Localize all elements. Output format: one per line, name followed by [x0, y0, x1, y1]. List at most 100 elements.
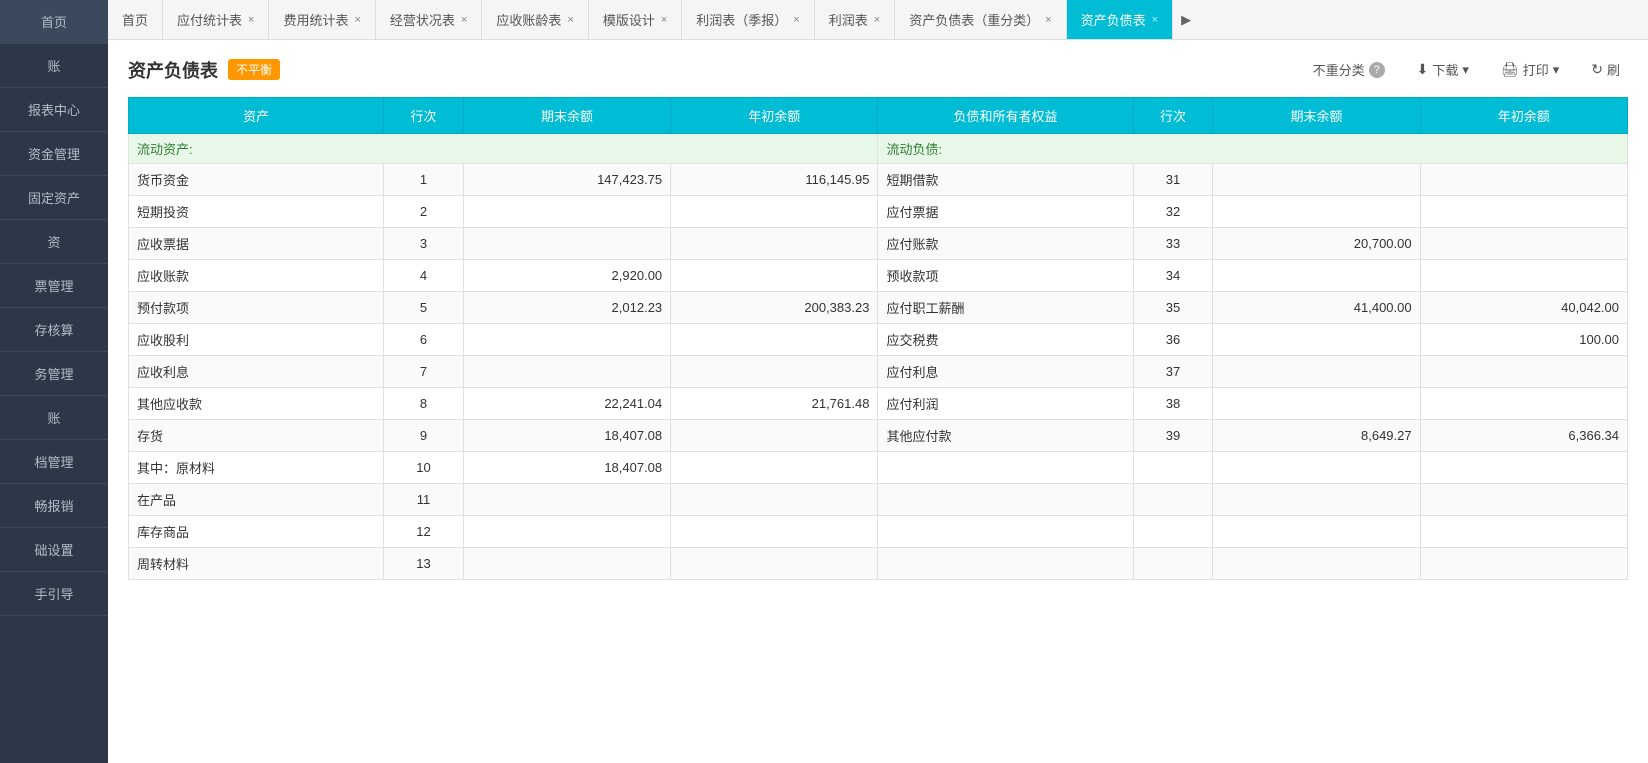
liability-year-13[interactable] — [1420, 548, 1627, 580]
asset-label-13[interactable]: 周转材料 — [129, 548, 384, 580]
tab-balance-sheet[interactable]: 资产负债表 × — [1067, 0, 1173, 40]
liability-label-10[interactable] — [878, 452, 1133, 484]
sidebar-item-settings[interactable]: 础设置 — [0, 528, 108, 572]
liability-label-12[interactable] — [878, 516, 1133, 548]
liability-label-4[interactable]: 预收款项 — [878, 260, 1133, 292]
asset-end-1[interactable]: 147,423.75 — [463, 164, 670, 196]
asset-label-4[interactable]: 应收账款 — [129, 260, 384, 292]
liability-end-2[interactable] — [1213, 196, 1420, 228]
asset-year-9[interactable] — [671, 420, 878, 452]
asset-year-7[interactable] — [671, 356, 878, 388]
liability-end-13[interactable] — [1213, 548, 1420, 580]
asset-year-3[interactable] — [671, 228, 878, 260]
tab-profit[interactable]: 利润表 × — [815, 0, 895, 40]
liability-end-6[interactable] — [1213, 324, 1420, 356]
liability-end-5[interactable]: 41,400.00 — [1213, 292, 1420, 324]
asset-year-1[interactable]: 116,145.95 — [671, 164, 878, 196]
liability-year-6[interactable]: 100.00 — [1420, 324, 1627, 356]
asset-end-4[interactable]: 2,920.00 — [463, 260, 670, 292]
asset-end-9[interactable]: 18,407.08 — [463, 420, 670, 452]
liability-label-1[interactable]: 短期借款 — [878, 164, 1133, 196]
asset-label-6[interactable]: 应收股利 — [129, 324, 384, 356]
liability-end-10[interactable] — [1213, 452, 1420, 484]
refresh-button[interactable]: ↻ 刷 — [1583, 56, 1628, 83]
liability-year-11[interactable] — [1420, 484, 1627, 516]
liability-year-9[interactable]: 6,366.34 — [1420, 420, 1627, 452]
tab-profit-quarterly[interactable]: 利润表（季报） × — [682, 0, 814, 40]
sidebar-item-expense[interactable]: 畅报销 — [0, 484, 108, 528]
liability-year-7[interactable] — [1420, 356, 1627, 388]
liability-label-7[interactable]: 应付利息 — [878, 356, 1133, 388]
liability-label-11[interactable] — [878, 484, 1133, 516]
asset-label-12[interactable]: 库存商品 — [129, 516, 384, 548]
tab-payable-stats[interactable]: 应付统计表 × — [163, 0, 269, 40]
tab-balance-sheet-close[interactable]: × — [1152, 14, 1158, 26]
asset-end-12[interactable] — [463, 516, 670, 548]
asset-label-10[interactable]: 其中：原材料 — [129, 452, 384, 484]
asset-year-11[interactable] — [671, 484, 878, 516]
liability-year-5[interactable]: 40,042.00 — [1420, 292, 1627, 324]
classify-button[interactable]: 不重分类 ? — [1305, 56, 1393, 83]
tab-receivable-aging-close[interactable]: × — [567, 14, 573, 26]
asset-year-10[interactable] — [671, 452, 878, 484]
tab-receivable-aging[interactable]: 应收账龄表 × — [482, 0, 588, 40]
sidebar-item-assets[interactable]: 资 — [0, 220, 108, 264]
asset-label-3[interactable]: 应收票据 — [129, 228, 384, 260]
asset-label-8[interactable]: 其他应收款 — [129, 388, 384, 420]
sidebar-item-funds[interactable]: 资金管理 — [0, 132, 108, 176]
sidebar-item-ledger[interactable]: 账 — [0, 396, 108, 440]
tab-operation[interactable]: 经营状况表 × — [376, 0, 482, 40]
tab-operation-close[interactable]: × — [461, 14, 467, 26]
asset-year-8[interactable]: 21,761.48 — [671, 388, 878, 420]
asset-end-6[interactable] — [463, 324, 670, 356]
liability-year-10[interactable] — [1420, 452, 1627, 484]
tab-expense-stats[interactable]: 费用统计表 × — [269, 0, 375, 40]
sidebar-item-home[interactable]: 首页 — [0, 0, 108, 44]
tab-template-design[interactable]: 模版设计 × — [589, 0, 682, 40]
liability-year-2[interactable] — [1420, 196, 1627, 228]
asset-label-9[interactable]: 存货 — [129, 420, 384, 452]
tab-profit-quarterly-close[interactable]: × — [793, 14, 799, 26]
liability-end-9[interactable]: 8,649.27 — [1213, 420, 1420, 452]
asset-label-2[interactable]: 短期投资 — [129, 196, 384, 228]
sidebar-item-tasks[interactable]: 务管理 — [0, 352, 108, 396]
liability-label-3[interactable]: 应付账款 — [878, 228, 1133, 260]
liability-label-6[interactable]: 应交税费 — [878, 324, 1133, 356]
sidebar-item-fixed-assets[interactable]: 固定资产 — [0, 176, 108, 220]
liability-end-11[interactable] — [1213, 484, 1420, 516]
asset-label-1[interactable]: 货币资金 — [129, 164, 384, 196]
sidebar-item-guide[interactable]: 手引导 — [0, 572, 108, 616]
sidebar-item-archive[interactable]: 档管理 — [0, 440, 108, 484]
sidebar-item-account[interactable]: 账 — [0, 44, 108, 88]
liability-year-12[interactable] — [1420, 516, 1627, 548]
liability-label-13[interactable] — [878, 548, 1133, 580]
asset-year-5[interactable]: 200,383.23 — [671, 292, 878, 324]
asset-end-10[interactable]: 18,407.08 — [463, 452, 670, 484]
asset-end-13[interactable] — [463, 548, 670, 580]
liability-end-1[interactable] — [1213, 164, 1420, 196]
asset-year-13[interactable] — [671, 548, 878, 580]
sidebar-item-reports[interactable]: 报表中心 — [0, 88, 108, 132]
liability-label-5[interactable]: 应付职工薪酬 — [878, 292, 1133, 324]
asset-year-4[interactable] — [671, 260, 878, 292]
tab-balance-reclassify[interactable]: 资产负债表（重分类） × — [895, 0, 1066, 40]
tab-expense-stats-close[interactable]: × — [354, 14, 360, 26]
asset-end-11[interactable] — [463, 484, 670, 516]
asset-year-2[interactable] — [671, 196, 878, 228]
tab-payable-stats-close[interactable]: × — [248, 14, 254, 26]
asset-end-8[interactable]: 22,241.04 — [463, 388, 670, 420]
liability-label-2[interactable]: 应付票据 — [878, 196, 1133, 228]
asset-label-11[interactable]: 在产品 — [129, 484, 384, 516]
asset-year-12[interactable] — [671, 516, 878, 548]
download-button[interactable]: ⬇ 下载 ▾ — [1409, 56, 1477, 83]
liability-end-12[interactable] — [1213, 516, 1420, 548]
asset-end-2[interactable] — [463, 196, 670, 228]
asset-label-7[interactable]: 应收利息 — [129, 356, 384, 388]
liability-label-9[interactable]: 其他应付款 — [878, 420, 1133, 452]
sidebar-item-tickets[interactable]: 票管理 — [0, 264, 108, 308]
sidebar-item-inventory[interactable]: 存核算 — [0, 308, 108, 352]
print-button[interactable]: 🖨 打印 ▾ — [1493, 56, 1567, 83]
asset-end-3[interactable] — [463, 228, 670, 260]
asset-end-7[interactable] — [463, 356, 670, 388]
asset-end-5[interactable]: 2,012.23 — [463, 292, 670, 324]
